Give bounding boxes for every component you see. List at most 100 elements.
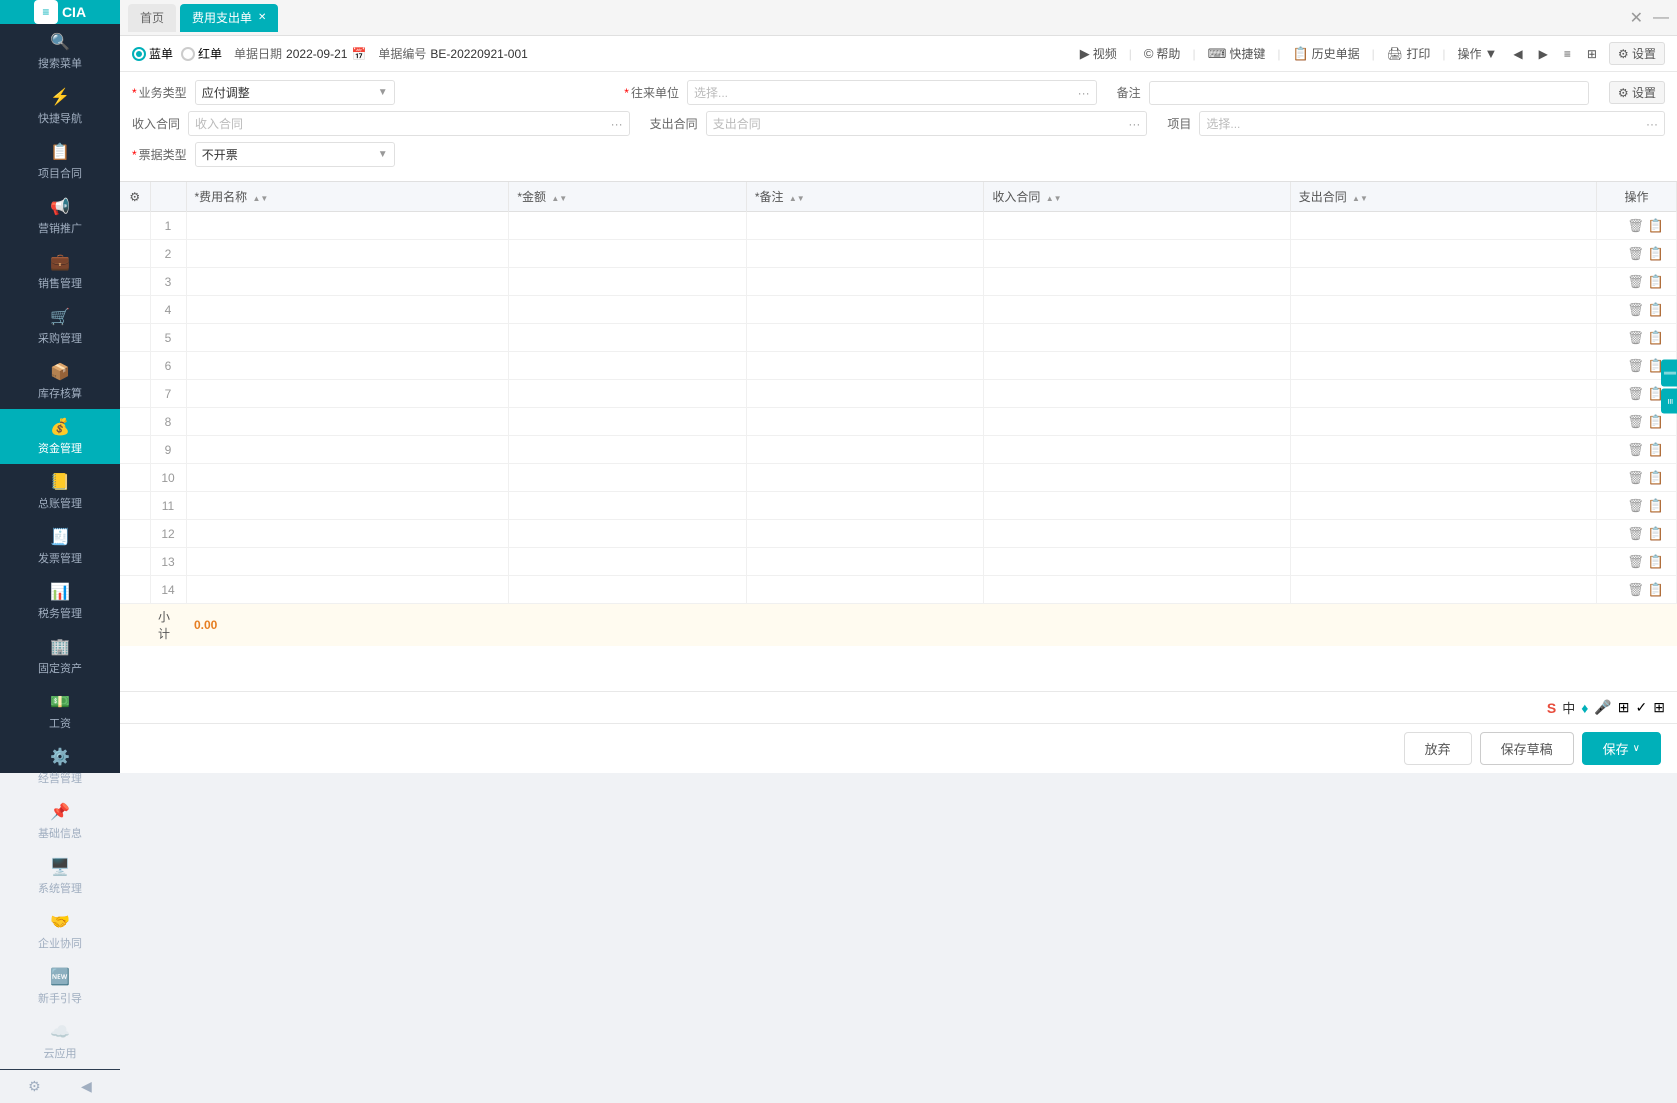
sidebar-item-quick-nav[interactable]: ⚡ 快捷导航 xyxy=(0,79,120,134)
window-minimize-icon[interactable]: — xyxy=(1653,9,1669,27)
delete-icon-8[interactable]: 🗑 xyxy=(1627,414,1644,430)
income-contract-sort[interactable]: ▲▼ xyxy=(1046,194,1062,203)
toolbar-btn-video[interactable]: ▶ 视频 xyxy=(1076,43,1121,64)
cell-income-contract-11[interactable] xyxy=(984,492,1290,520)
expense-contract-dots[interactable]: ··· xyxy=(1128,117,1140,131)
cell-amount-6[interactable] xyxy=(509,352,747,380)
cell-income-contract-7[interactable] xyxy=(984,380,1290,408)
cell-note-6[interactable] xyxy=(746,352,984,380)
cell-note-10[interactable] xyxy=(746,464,984,492)
footer-icon-check[interactable]: ✓ xyxy=(1636,699,1648,716)
amount-sort[interactable]: ▲▼ xyxy=(551,194,567,203)
form-settings-button[interactable]: ⚙ 设置 xyxy=(1609,81,1665,104)
sidebar-item-ops-mgmt[interactable]: ⚙️ 经营管理 xyxy=(0,739,120,794)
cell-income-contract-10[interactable] xyxy=(984,464,1290,492)
collapse-icon[interactable]: ◀ xyxy=(81,1078,92,1095)
toolbar-view-list[interactable]: ≡ xyxy=(1560,45,1575,63)
cell-income-contract-12[interactable] xyxy=(984,520,1290,548)
delete-icon-9[interactable]: 🗑 xyxy=(1627,442,1644,458)
cell-expense-contract-12[interactable] xyxy=(1290,520,1596,548)
cell-amount-8[interactable] xyxy=(509,408,747,436)
sidebar-item-search[interactable]: 🔍 搜索菜单 xyxy=(0,24,120,79)
cell-note-4[interactable] xyxy=(746,296,984,324)
sidebar-item-new-guide[interactable]: 🆕 新手引导 xyxy=(0,959,120,1014)
cell-income-contract-2[interactable] xyxy=(984,240,1290,268)
side-tab-2[interactable]: ≡ xyxy=(1661,388,1677,414)
delete-icon-13[interactable]: 🗑 xyxy=(1627,554,1644,570)
cell-amount-10[interactable] xyxy=(509,464,747,492)
expense-name-sort[interactable]: ▲▼ xyxy=(253,194,269,203)
sidebar-item-capital-mgmt[interactable]: 💰 资金管理 xyxy=(0,409,120,464)
toolbar-btn-print[interactable]: 🖨 打印 xyxy=(1383,43,1435,64)
sidebar-item-marketing[interactable]: 📢 营销推广 xyxy=(0,189,120,244)
expense-contract-sort[interactable]: ▲▼ xyxy=(1352,194,1368,203)
toolbar-nav-prev[interactable]: ◀ xyxy=(1509,45,1526,63)
copy-icon-13[interactable]: 📋 xyxy=(1648,554,1664,570)
th-settings[interactable]: ⚙ xyxy=(120,182,150,212)
delete-icon-4[interactable]: 🗑 xyxy=(1627,302,1644,318)
footer-icon-mic[interactable]: 🎤 xyxy=(1594,699,1611,716)
th-amount[interactable]: *金额 ▲▼ xyxy=(509,182,747,212)
sidebar-item-sys-mgmt[interactable]: 🖥️ 系统管理 xyxy=(0,849,120,904)
copy-icon-10[interactable]: 📋 xyxy=(1648,470,1664,486)
cell-amount-1[interactable] xyxy=(509,212,747,240)
toolbar-view-grid[interactable]: ⊞ xyxy=(1583,45,1601,63)
tab-expense-bill[interactable]: 费用支出单 ✕ xyxy=(180,4,278,32)
cell-note-2[interactable] xyxy=(746,240,984,268)
delete-icon-7[interactable]: 🗑 xyxy=(1627,386,1644,402)
cell-expense-contract-7[interactable] xyxy=(1290,380,1596,408)
delete-icon-10[interactable]: 🗑 xyxy=(1627,470,1644,486)
cell-note-11[interactable] xyxy=(746,492,984,520)
radio-blue-bill[interactable]: 蓝单 xyxy=(132,45,173,62)
tab-home[interactable]: 首页 xyxy=(128,4,176,32)
require-type-input[interactable]: 不开票 ▼ xyxy=(195,142,395,167)
cell-expense-contract-3[interactable] xyxy=(1290,268,1596,296)
cell-amount-5[interactable] xyxy=(509,324,747,352)
cell-income-contract-8[interactable] xyxy=(984,408,1290,436)
counterpart-dots[interactable]: ··· xyxy=(1078,86,1090,100)
cell-expense-contract-9[interactable] xyxy=(1290,436,1596,464)
cell-expense-name-3[interactable] xyxy=(186,268,509,296)
delete-icon-2[interactable]: 🗑 xyxy=(1627,246,1644,262)
sidebar-item-payroll[interactable]: 💵 工资 xyxy=(0,684,120,739)
calendar-icon[interactable]: 📅 xyxy=(351,47,366,61)
cell-expense-name-14[interactable] xyxy=(186,576,509,604)
cell-expense-contract-6[interactable] xyxy=(1290,352,1596,380)
delete-icon-14[interactable]: 🗑 xyxy=(1627,582,1644,598)
cell-note-14[interactable] xyxy=(746,576,984,604)
cell-expense-contract-5[interactable] xyxy=(1290,324,1596,352)
cell-expense-name-4[interactable] xyxy=(186,296,509,324)
cell-note-12[interactable] xyxy=(746,520,984,548)
cell-note-3[interactable] xyxy=(746,268,984,296)
cell-expense-name-9[interactable] xyxy=(186,436,509,464)
cell-amount-9[interactable] xyxy=(509,436,747,464)
side-tab-1[interactable]: ║ xyxy=(1661,359,1677,386)
toolbar-btn-history[interactable]: 📋 历史单据 xyxy=(1288,43,1363,64)
cell-expense-name-10[interactable] xyxy=(186,464,509,492)
note-input[interactable] xyxy=(1149,81,1589,105)
th-note[interactable]: *备注 ▲▼ xyxy=(746,182,984,212)
sidebar-item-project-contract[interactable]: 📋 项目合同 xyxy=(0,134,120,189)
cell-note-7[interactable] xyxy=(746,380,984,408)
sidebar-item-purchase-mgmt[interactable]: 🛒 采购管理 xyxy=(0,299,120,354)
cell-expense-name-12[interactable] xyxy=(186,520,509,548)
copy-icon-2[interactable]: 📋 xyxy=(1648,246,1664,262)
cell-expense-name-2[interactable] xyxy=(186,240,509,268)
copy-icon-1[interactable]: 📋 xyxy=(1648,218,1664,234)
settings-bottom-icon[interactable]: ⚙ xyxy=(28,1078,41,1095)
settings-button[interactable]: ⚙ ⚙ 设置设置 xyxy=(1609,42,1665,65)
toolbar-btn-shortcut[interactable]: ⌨ 快捷键 xyxy=(1204,43,1270,64)
cell-amount-2[interactable] xyxy=(509,240,747,268)
cell-amount-11[interactable] xyxy=(509,492,747,520)
cell-expense-contract-11[interactable] xyxy=(1290,492,1596,520)
cell-expense-name-7[interactable] xyxy=(186,380,509,408)
sidebar-item-sales-mgmt[interactable]: 💼 销售管理 xyxy=(0,244,120,299)
footer-icon-grid[interactable]: ⊞ xyxy=(1618,699,1630,716)
income-contract-input[interactable]: 收入合同 ··· xyxy=(188,111,630,136)
sidebar-item-inventory[interactable]: 📦 库存核算 xyxy=(0,354,120,409)
cell-amount-4[interactable] xyxy=(509,296,747,324)
cell-income-contract-9[interactable] xyxy=(984,436,1290,464)
project-input[interactable]: 选择... ··· xyxy=(1199,111,1665,136)
counterpart-input[interactable]: 选择... ··· xyxy=(687,80,1097,105)
cell-income-contract-6[interactable] xyxy=(984,352,1290,380)
